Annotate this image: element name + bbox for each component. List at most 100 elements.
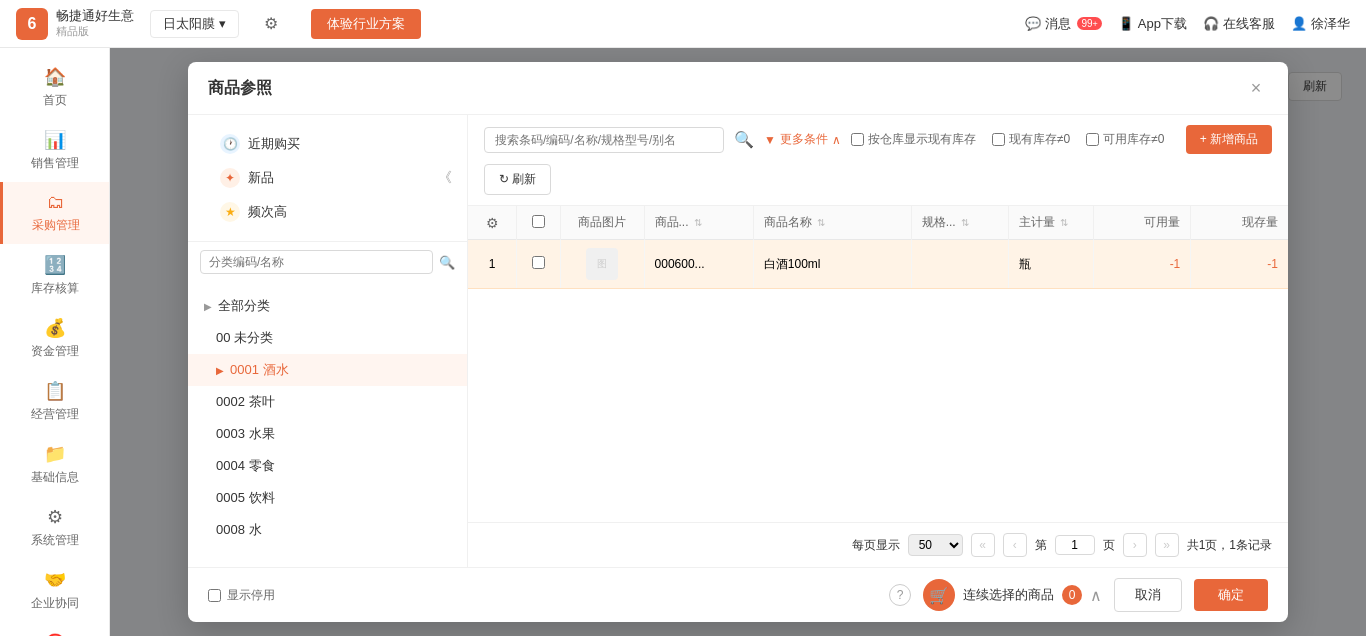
cart-area: 🛒 连续选择的商品 0 ∧: [923, 579, 1102, 611]
cat-item-appliance[interactable]: 0010 家电: [188, 546, 467, 555]
settings-icon[interactable]: ⚙: [486, 215, 499, 231]
help-button[interactable]: ?: [889, 584, 911, 606]
col-header-unit[interactable]: 主计量 ⇅: [1008, 206, 1093, 240]
col-header-stock: 现存量: [1191, 206, 1288, 240]
brand-name: 畅捷通好生意: [56, 8, 134, 25]
sidebar-item-basic-info[interactable]: 📁 基础信息: [0, 433, 109, 496]
sidebar-item-guide[interactable]: 🎯 新手引导: [0, 622, 109, 636]
sidebar-item-finance[interactable]: 💰 资金管理: [0, 307, 109, 370]
next-page-button[interactable]: ›: [1123, 533, 1147, 557]
modal-left-panel: 🕐 近期购买 ✦ 新品 ★ 频次高: [188, 115, 468, 567]
product-reference-modal: 商品参照 × 🕐 近期购买: [188, 62, 1288, 622]
checkbox-group: 按仓库显示现有库存 现有库存≠0 可用库存≠0: [851, 131, 1165, 148]
cancel-button[interactable]: 取消: [1114, 578, 1182, 612]
user-profile-button[interactable]: 👤 徐泽华: [1291, 15, 1350, 33]
modal-title: 商品参照: [208, 78, 272, 99]
row-checkbox[interactable]: [517, 240, 561, 289]
recent-purchase-item[interactable]: 🕐 近期购买: [208, 127, 312, 161]
checkbox-stock[interactable]: 现有库存≠0: [992, 131, 1070, 148]
frequent-item[interactable]: ★ 频次高: [208, 195, 312, 229]
try-button[interactable]: 体验行业方案: [311, 9, 421, 39]
cat-item-drink[interactable]: 0005 饮料: [188, 482, 467, 514]
app-download-button[interactable]: 📱 App下载: [1118, 15, 1187, 33]
avatar: 👤: [1291, 16, 1307, 31]
cat-item-fruit[interactable]: 0003 水果: [188, 418, 467, 450]
category-search-input[interactable]: [200, 250, 433, 274]
pagination: 每页显示 50 10 20 100 « ‹ 第 页: [468, 522, 1288, 567]
collapse-left-button[interactable]: 《: [435, 168, 455, 188]
cart-icon: 🛒: [923, 579, 955, 611]
checkbox-avail[interactable]: 可用库存≠0: [1086, 131, 1164, 148]
cart-label: 连续选择的商品: [963, 586, 1054, 604]
last-page-button[interactable]: »: [1155, 533, 1179, 557]
recent-icon: 🕐: [220, 134, 240, 154]
table-row[interactable]: 1 图 000600... 白酒100ml 瓶 -1 -1: [468, 240, 1288, 289]
sort-icon: ⇅: [961, 217, 969, 228]
search-icon[interactable]: 🔍: [734, 130, 754, 149]
operation-icon: 📋: [44, 380, 66, 402]
store-dropdown-icon: ▾: [219, 16, 226, 31]
messages-button[interactable]: 💬 消息 99+: [1025, 15, 1101, 33]
cat-label: 0001 酒水: [230, 361, 289, 379]
sidebar-item-sales[interactable]: 📊 销售管理: [0, 119, 109, 182]
cat-item-water[interactable]: 0008 水: [188, 514, 467, 546]
cat-item-uncat[interactable]: 00 未分类: [188, 322, 467, 354]
cooperation-icon: 🤝: [44, 569, 66, 591]
cat-label: 全部分类: [218, 297, 270, 315]
product-table-container: ⚙ 商品图片: [468, 206, 1288, 522]
show-disabled-input[interactable]: [208, 589, 221, 602]
col-header-code[interactable]: 商品... ⇅: [644, 206, 753, 240]
prev-page-button[interactable]: ‹: [1003, 533, 1027, 557]
main-layout: 🏠 首页 📊 销售管理 🗂 采购管理 🔢 库存核算 💰 资金管理 📋 经营管理 …: [0, 48, 1366, 636]
modal-body: 🕐 近期购买 ✦ 新品 ★ 频次高: [188, 115, 1288, 567]
checkbox-avail-input[interactable]: [1086, 133, 1099, 146]
store-selector[interactable]: 日太阳膜 ▾: [150, 10, 239, 38]
collapse-cart-button[interactable]: ∧: [1090, 586, 1102, 605]
sidebar-item-purchase[interactable]: 🗂 采购管理: [0, 182, 109, 244]
modal-close-button[interactable]: ×: [1244, 76, 1268, 100]
cat-item-tea[interactable]: 0002 茶叶: [188, 386, 467, 418]
sidebar-item-operation[interactable]: 📋 经营管理: [0, 370, 109, 433]
row-num: 1: [468, 240, 517, 289]
new-label: 新品: [248, 169, 274, 187]
add-product-button[interactable]: + 新增商品: [1186, 125, 1272, 154]
product-search-input[interactable]: [484, 127, 724, 153]
refresh-button[interactable]: ↻ 刷新: [484, 164, 551, 195]
cat-item-snack[interactable]: 0004 零食: [188, 450, 467, 482]
sidebar-item-cooperation[interactable]: 🤝 企业协同: [0, 559, 109, 622]
select-all-checkbox[interactable]: [532, 215, 545, 228]
sidebar-item-home[interactable]: 🏠 首页: [0, 56, 109, 119]
checkbox-stock-input[interactable]: [992, 133, 1005, 146]
checkbox-warehouse[interactable]: 按仓库显示现有库存: [851, 131, 976, 148]
logo-area: 6 畅捷通好生意 精品版: [16, 8, 134, 40]
username-label: 徐泽华: [1311, 15, 1350, 33]
cat-item-all[interactable]: ▶ 全部分类: [188, 290, 467, 322]
new-product-item[interactable]: ✦ 新品: [208, 161, 312, 195]
sidebar-item-system[interactable]: ⚙ 系统管理: [0, 496, 109, 559]
show-disabled-checkbox[interactable]: 显示停用: [208, 587, 275, 604]
page-number-input[interactable]: [1055, 535, 1095, 555]
online-service-button[interactable]: 🎧 在线客服: [1203, 15, 1275, 33]
online-service-label: 在线客服: [1223, 15, 1275, 33]
modal-footer: 显示停用 ? 🛒 连续选择的商品 0 ∧ 取消 确定: [188, 567, 1288, 622]
cat-item-liquor[interactable]: ▶ 0001 酒水: [188, 354, 467, 386]
col-header-spec[interactable]: 规格... ⇅: [911, 206, 1008, 240]
checkbox-warehouse-input[interactable]: [851, 133, 864, 146]
page-label: 第: [1035, 537, 1047, 554]
filter-button[interactable]: ▼ 更多条件 ∧: [764, 131, 841, 148]
checkbox-stock-label: 现有库存≠0: [1009, 131, 1070, 148]
col-header-name[interactable]: 商品名称 ⇅: [753, 206, 911, 240]
arrow-icon: ▶: [216, 365, 224, 376]
gear-button[interactable]: ⚙: [255, 8, 287, 40]
search-toolbar: 🔍 ▼ 更多条件 ∧ 按仓库显示现有库存: [468, 115, 1288, 206]
confirm-button[interactable]: 确定: [1194, 579, 1268, 611]
freq-label: 频次高: [248, 203, 287, 221]
per-page-select[interactable]: 50 10 20 100: [908, 534, 963, 556]
first-page-button[interactable]: «: [971, 533, 995, 557]
category-search-icon[interactable]: 🔍: [439, 255, 455, 270]
message-icon: 💬: [1025, 16, 1041, 31]
sidebar-item-inventory[interactable]: 🔢 库存核算: [0, 244, 109, 307]
nav-right: 💬 消息 99+ 📱 App下载 🎧 在线客服 👤 徐泽华: [1025, 15, 1350, 33]
sort-icon: ⇅: [1060, 217, 1068, 228]
total-records-label: 共1页，1条记录: [1187, 537, 1272, 554]
